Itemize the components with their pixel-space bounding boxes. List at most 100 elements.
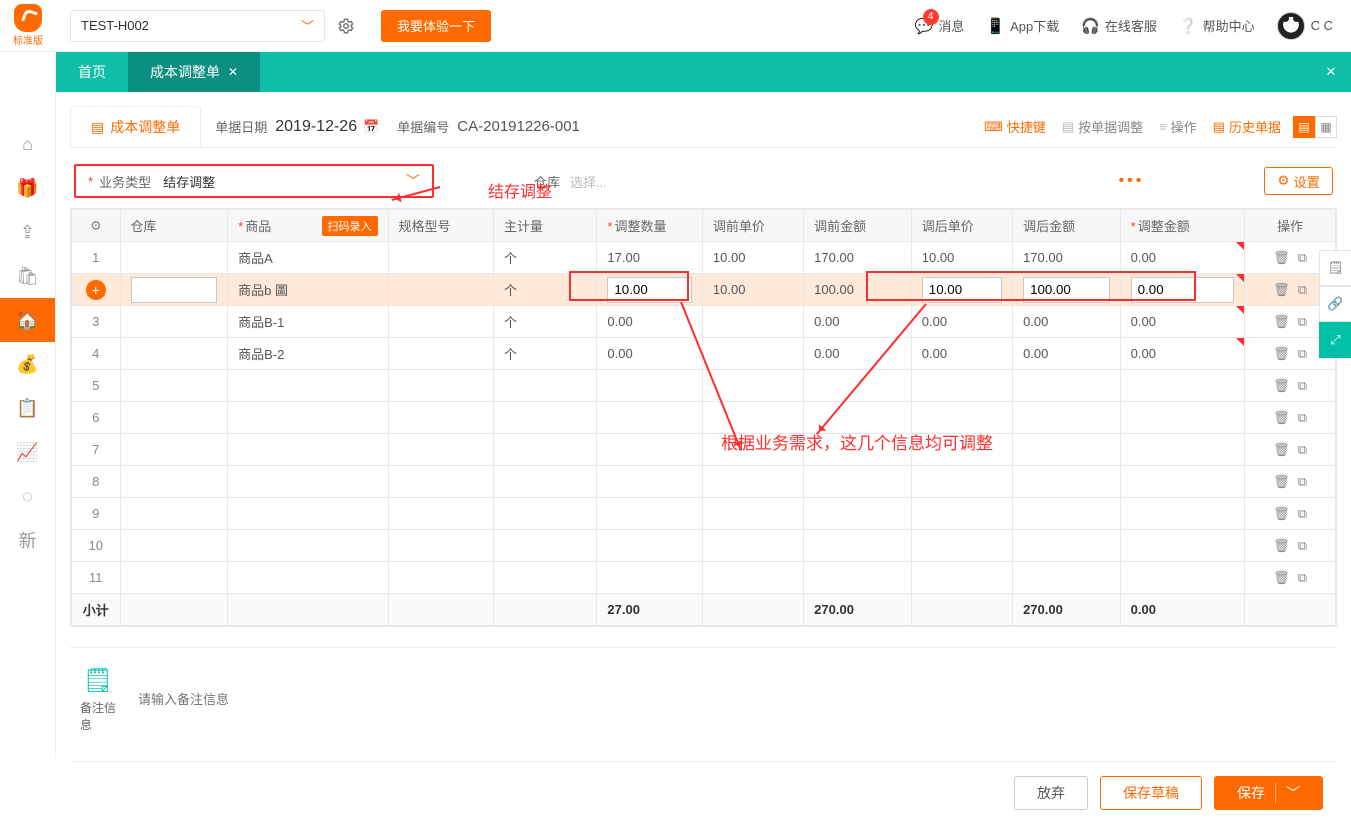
cell-postprice[interactable]: 10.00: [911, 242, 1012, 274]
cell-spec[interactable]: [388, 242, 494, 274]
cell-preamt[interactable]: 0.00: [804, 338, 912, 370]
cell-qty[interactable]: [597, 562, 703, 594]
act-hotkey[interactable]: ⌨快捷键: [984, 117, 1046, 136]
cell-wh[interactable]: [120, 530, 228, 562]
warehouse-input[interactable]: [131, 277, 218, 303]
tab-home[interactable]: 首页: [56, 52, 128, 92]
table-row[interactable]: 1商品A个17.0010.00170.0010.00170.000.00🗑⧉: [72, 242, 1336, 274]
remark-input[interactable]: [138, 692, 1327, 707]
cell-postprice[interactable]: [911, 530, 1012, 562]
copy-icon[interactable]: ⧉: [1298, 314, 1307, 329]
cell-preamt[interactable]: 100.00: [804, 274, 912, 306]
table-row[interactable]: 11🗑⧉: [72, 562, 1336, 594]
cell-unit[interactable]: 个: [494, 338, 597, 370]
cell-product[interactable]: 商品B-1: [228, 306, 388, 338]
cell-wh[interactable]: [120, 274, 228, 306]
tab-cost-adjust[interactable]: 成本调整单 ✕: [128, 52, 260, 92]
cell-product[interactable]: 商品A: [228, 242, 388, 274]
table-row[interactable]: 4商品B-2个0.000.000.000.000.00🗑⧉: [72, 338, 1336, 370]
act-bybill[interactable]: ▤按单据调整: [1062, 117, 1143, 136]
cell-postamt[interactable]: 0.00: [1013, 338, 1121, 370]
th-qty[interactable]: *调整数量: [597, 210, 703, 242]
cell-wh[interactable]: [120, 466, 228, 498]
cell-unit[interactable]: 个: [494, 242, 597, 274]
save-draft-button[interactable]: 保存草稿: [1100, 776, 1202, 810]
copy-icon[interactable]: ⧉: [1298, 410, 1307, 425]
postamt-input[interactable]: [1023, 277, 1110, 303]
cell-spec[interactable]: [388, 402, 494, 434]
cell-preamt[interactable]: 170.00: [804, 242, 912, 274]
close-icon[interactable]: ✕: [228, 65, 238, 79]
cell-wh[interactable]: [120, 402, 228, 434]
cell-preprice[interactable]: [702, 562, 803, 594]
delete-icon[interactable]: 🗑: [1273, 474, 1290, 489]
cell-spec[interactable]: [388, 338, 494, 370]
cell-spec[interactable]: [388, 498, 494, 530]
qty-input[interactable]: [607, 277, 692, 303]
th-wh[interactable]: 仓库: [120, 210, 228, 242]
cell-unit[interactable]: 个: [494, 306, 597, 338]
cell-adjamt[interactable]: [1120, 402, 1245, 434]
biz-type-select[interactable]: * 业务类型 结存调整 ﹀: [74, 164, 434, 198]
scan-tag[interactable]: 扫码录入: [322, 216, 378, 236]
copy-icon[interactable]: ⧉: [1298, 378, 1307, 393]
sb-bag[interactable]: 🛍: [0, 254, 55, 298]
cell-spec[interactable]: [388, 370, 494, 402]
cell-adjamt[interactable]: [1120, 562, 1245, 594]
cell-wh[interactable]: [120, 498, 228, 530]
cell-qty[interactable]: [597, 434, 703, 466]
table-row[interactable]: 5🗑⧉: [72, 370, 1336, 402]
copy-icon[interactable]: ⧉: [1298, 538, 1307, 553]
cell-adjamt[interactable]: [1120, 434, 1245, 466]
cell-preprice[interactable]: [702, 498, 803, 530]
date-value[interactable]: 2019-12-26: [275, 118, 357, 136]
th-preprice[interactable]: 调前单价: [702, 210, 803, 242]
hdr-messages[interactable]: 💬 消息 4: [915, 16, 965, 35]
cell-unit[interactable]: [494, 402, 597, 434]
add-row-icon[interactable]: +: [86, 280, 106, 300]
cell-preamt[interactable]: [804, 370, 912, 402]
cell-unit[interactable]: [494, 530, 597, 562]
cell-adjamt[interactable]: [1120, 370, 1245, 402]
cell-spec[interactable]: [388, 562, 494, 594]
cell-preprice[interactable]: [702, 402, 803, 434]
copy-icon[interactable]: ⧉: [1298, 250, 1307, 265]
table-row[interactable]: 10🗑⧉: [72, 530, 1336, 562]
save-button[interactable]: 保存 ﹀: [1214, 776, 1323, 810]
th-unit[interactable]: 主计量: [494, 210, 597, 242]
cell-postprice[interactable]: 0.00: [911, 338, 1012, 370]
cell-adjamt[interactable]: [1120, 274, 1245, 306]
cell-unit[interactable]: [494, 498, 597, 530]
cell-postamt[interactable]: [1013, 530, 1121, 562]
chevron-down-icon[interactable]: ﹀: [1275, 783, 1300, 803]
copy-icon[interactable]: ⧉: [1298, 282, 1307, 297]
cell-wh[interactable]: [120, 370, 228, 402]
cell-spec[interactable]: [388, 434, 494, 466]
delete-icon[interactable]: 🗑: [1273, 538, 1290, 553]
cell-unit[interactable]: 个: [494, 274, 597, 306]
org-select[interactable]: TEST-H002 ﹀: [70, 10, 325, 42]
cell-qty[interactable]: [597, 530, 703, 562]
cell-wh[interactable]: [120, 562, 228, 594]
cell-product[interactable]: 商品b 圖: [228, 274, 388, 306]
copy-icon[interactable]: ⧉: [1298, 442, 1307, 457]
cell-spec[interactable]: [388, 306, 494, 338]
table-row[interactable]: 3商品B-1个0.000.000.000.000.00🗑⧉: [72, 306, 1336, 338]
delete-icon[interactable]: 🗑: [1273, 250, 1290, 265]
sb-report[interactable]: 📈: [0, 430, 55, 474]
cell-unit[interactable]: [494, 562, 597, 594]
th-spec[interactable]: 规格型号: [388, 210, 494, 242]
copy-icon[interactable]: ⧉: [1298, 346, 1307, 361]
cell-preamt[interactable]: [804, 402, 912, 434]
calendar-icon[interactable]: 📅: [363, 119, 379, 135]
sb-up[interactable]: ⇪: [0, 210, 55, 254]
postprice-input[interactable]: [922, 277, 1002, 303]
cell-product[interactable]: [228, 498, 388, 530]
table-row[interactable]: +商品b 圖个10.00100.00🗑⧉: [72, 274, 1336, 306]
cell-preamt[interactable]: [804, 498, 912, 530]
cell-postprice[interactable]: 0.00: [911, 306, 1012, 338]
delete-icon[interactable]: 🗑: [1273, 410, 1290, 425]
sb-gift[interactable]: 🎁: [0, 166, 55, 210]
th-prod[interactable]: *商品扫码录入: [228, 210, 388, 242]
hdr-cs[interactable]: 🎧在线客服: [1081, 16, 1157, 35]
